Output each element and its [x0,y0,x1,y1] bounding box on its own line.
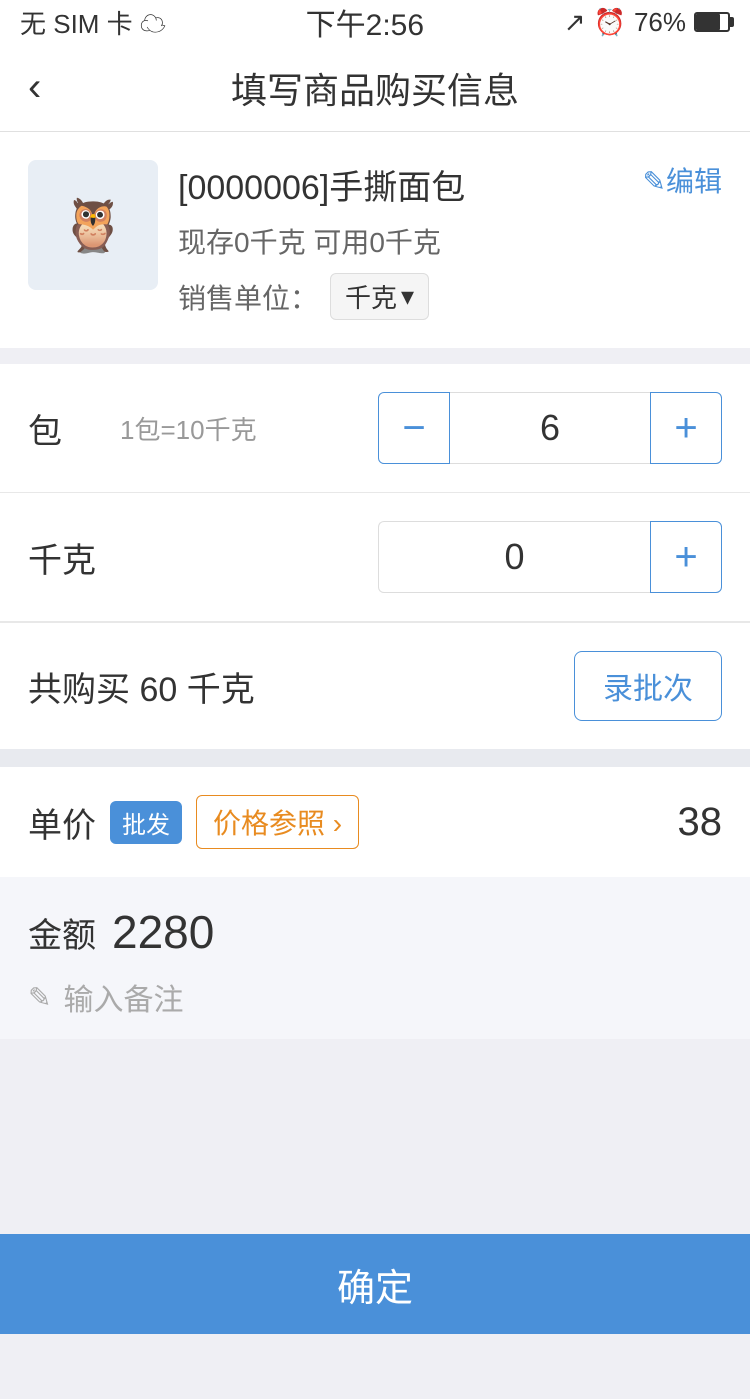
summary-text: 共购买 60 千克 [28,662,255,711]
kg-quantity-control: + [378,521,722,593]
product-unit-row: 销售单位： 千克 ▾ [178,273,722,320]
status-left: 无 SIM 卡 ☁ [20,4,166,41]
status-bar: 无 SIM 卡 ☁ 下午2:56 ↗ ⏰ 76% [0,0,750,44]
battery-label: 76% [634,7,686,38]
section-separator [0,749,750,767]
price-value: 38 [678,800,723,845]
kg-quantity-row: 千克 + [0,493,750,622]
kg-label: 千克 [28,533,108,582]
bag-quantity-input[interactable] [450,392,650,464]
product-info: [0000006]手撕面包 现存0千克 可用0千克 销售单位： 千克 ▾ [178,160,722,320]
nav-bar: ‹ 填写商品购买信息 [0,44,750,132]
amount-row: 金额 2280 [28,905,722,959]
sim-label: 无 SIM 卡 ☁ [20,4,166,41]
batch-button[interactable]: 录批次 [574,651,722,721]
edit-link[interactable]: ✎编辑 [643,160,722,200]
unit-arrow: ▾ [401,281,414,312]
page-title: 填写商品购买信息 [231,62,519,114]
kg-increment-button[interactable]: + [650,521,722,593]
empty-area [0,1039,750,1399]
remark-placeholder[interactable]: 输入备注 [63,975,183,1019]
product-image: 🦉 [28,160,158,290]
unit-tag[interactable]: 千克 ▾ [330,273,429,320]
bag-decrement-button[interactable]: − [378,392,450,464]
price-label-group: 单价 批发 价格参照 › [28,795,359,849]
bag-label: 包 [28,404,108,453]
pencil-icon: ✎ [28,981,51,1014]
status-time: 下午2:56 [306,0,424,44]
bag-quantity-row: 包 1包=10千克 − + [0,364,750,493]
price-badge: 批发 [110,801,182,844]
price-ref-button[interactable]: 价格参照 › [196,795,359,849]
product-card: 🦉 [0000006]手撕面包 现存0千克 可用0千克 销售单位： 千克 ▾ ✎… [0,132,750,348]
product-stock: 现存0千克 可用0千克 [178,221,722,261]
bag-hint: 1包=10千克 [120,410,378,447]
product-name: [0000006]手撕面包 [178,160,722,209]
price-row: 单价 批发 价格参照 › 38 [28,795,722,849]
remark-row[interactable]: ✎ 输入备注 [28,975,722,1019]
confirm-button[interactable]: 确定 [0,1234,750,1334]
price-label: 单价 [28,798,96,847]
battery-icon [694,12,730,32]
unit-value: 千克 [345,278,397,315]
amount-label: 金额 [28,908,96,957]
bag-quantity-control: − + [378,392,722,464]
signal-icon: ↗ [564,7,586,38]
product-logo: 🦉 [61,195,126,256]
summary-row: 共购买 60 千克 录批次 [0,622,750,749]
unit-label: 销售单位： [178,277,318,317]
amount-value: 2280 [112,905,214,959]
price-section: 单价 批发 价格参照 › 38 [0,767,750,877]
kg-quantity-input[interactable] [378,521,650,593]
amount-section: 金额 2280 ✎ 输入备注 [0,877,750,1039]
back-button[interactable]: ‹ [28,65,41,110]
alarm-icon: ⏰ [594,7,626,38]
quantity-section: 包 1包=10千克 − + 千克 + 共购买 60 千克 录批次 [0,364,750,749]
bag-increment-button[interactable]: + [650,392,722,464]
status-right: ↗ ⏰ 76% [564,7,730,38]
